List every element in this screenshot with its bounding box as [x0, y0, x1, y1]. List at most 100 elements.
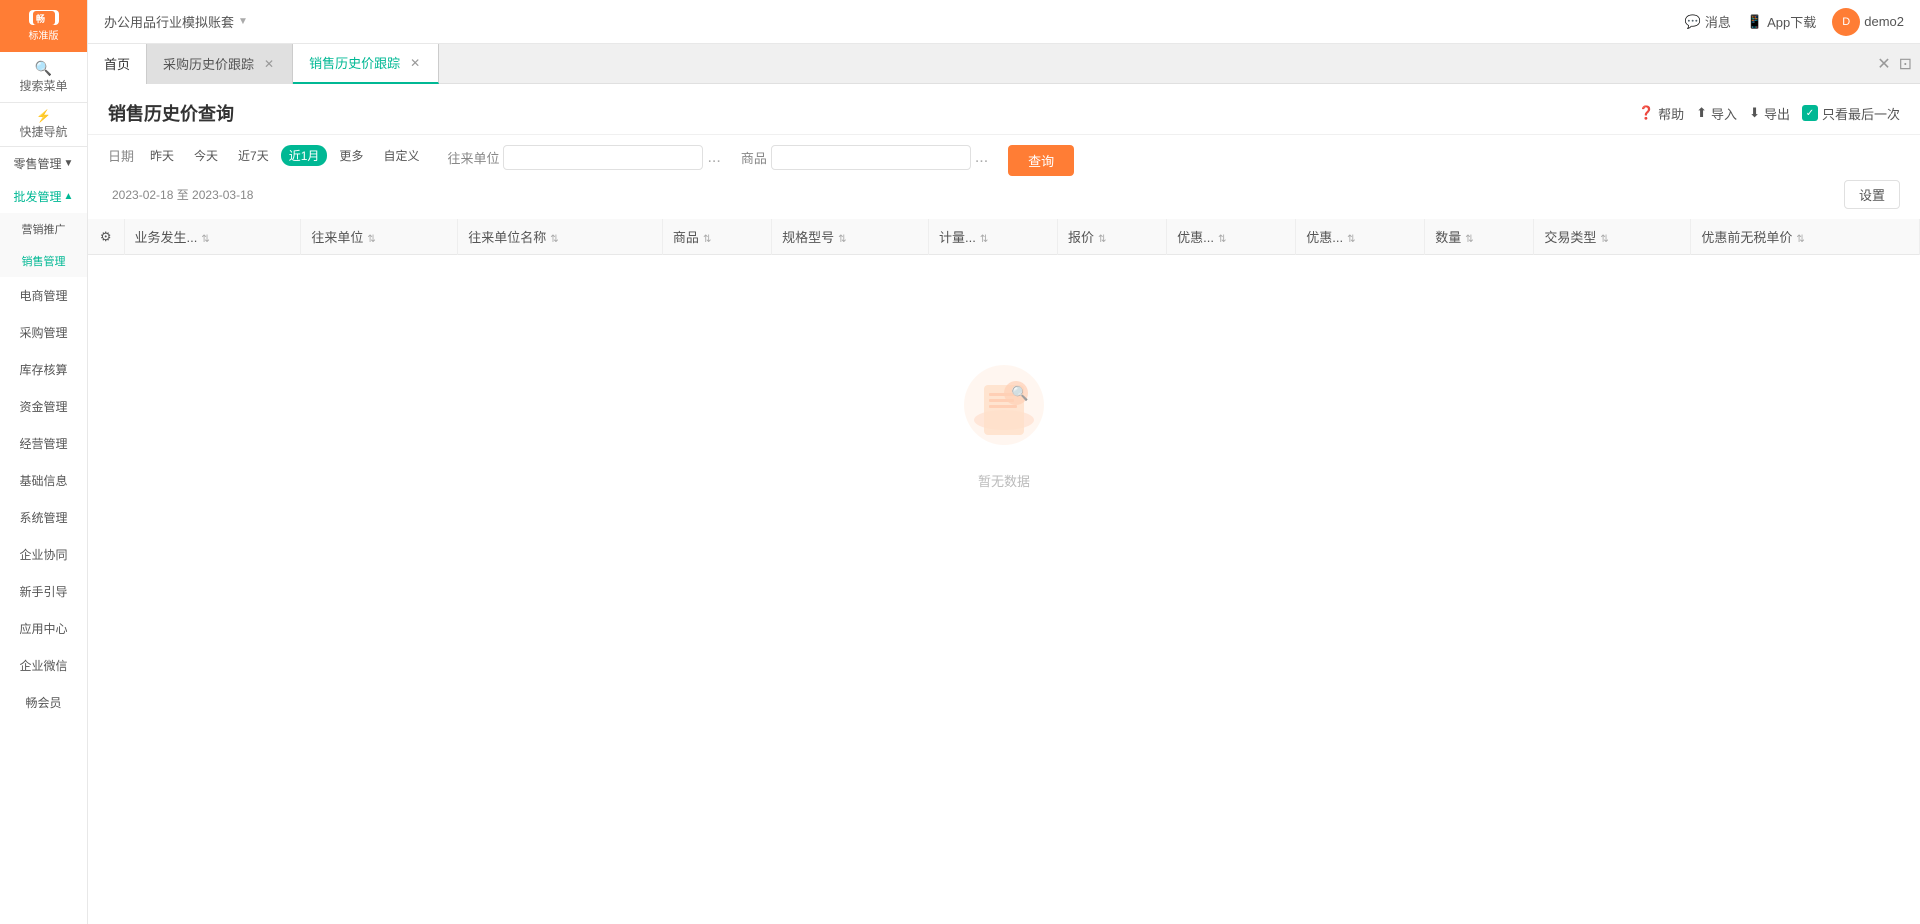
help-button[interactable]: ❓ 帮助 — [1638, 104, 1684, 123]
settings-button[interactable]: 设置 — [1844, 180, 1900, 209]
date-chip-last1m[interactable]: 近1月 — [281, 145, 328, 166]
date-chips: 昨天 今天 近7天 近1月 更多 自定义 — [142, 145, 427, 166]
sidebar-item-member[interactable]: 畅会员 — [0, 684, 87, 721]
operations-label: 经营管理 — [19, 435, 67, 452]
date-chip-yesterday[interactable]: 昨天 — [142, 145, 182, 166]
dropdown-chevron-icon: ▼ — [238, 16, 248, 27]
member-label: 畅会员 — [25, 694, 61, 711]
sidebar-nav-item[interactable]: ⚡ 快捷导航 — [0, 103, 87, 147]
th-biz-date[interactable]: 业务发生...⇅ — [124, 219, 301, 255]
inventory-label: 库存核算 — [19, 361, 67, 378]
empty-state: 🔍 暂无数据 — [88, 255, 1920, 590]
th-partner-name[interactable]: 往来单位名称⇅ — [458, 219, 663, 255]
goods-filter-label: 商品 — [741, 148, 767, 167]
app-download-label: App下载 — [1767, 12, 1816, 31]
import-button[interactable]: ⬆ 导入 — [1696, 104, 1737, 123]
sidebar-item-basic[interactable]: 基础信息 — [0, 462, 87, 499]
date-chip-today[interactable]: 今天 — [186, 145, 226, 166]
partner-filter-group: 往来单位 ... — [447, 145, 720, 170]
tab-maximize-icon[interactable]: ⊡ — [1899, 54, 1912, 74]
sidebar-item-guide[interactable]: 新手引导 — [0, 573, 87, 610]
date-filter-label: 日期 — [108, 146, 134, 165]
tab-home[interactable]: 首页 — [88, 44, 147, 84]
export-label: 导出 — [1764, 104, 1790, 123]
message-label: 消息 — [1705, 12, 1731, 31]
sidebar-item-marketing[interactable]: 营销推广 — [0, 213, 87, 245]
message-button[interactable]: 💬 消息 — [1685, 12, 1731, 31]
header-title-dropdown[interactable]: 办公用品行业模拟账套 ▼ — [104, 12, 248, 31]
only-last-label: 只看最后一次 — [1822, 104, 1900, 123]
nav-label: 快捷导航 — [0, 123, 87, 140]
wholesale-label: 批发管理 — [14, 188, 62, 205]
nav-icon: ⚡ — [0, 109, 87, 123]
tab-purchase-close-icon[interactable]: ✕ — [262, 57, 276, 71]
goods-input[interactable] — [771, 145, 971, 170]
logo-text: 标准版 — [29, 27, 59, 42]
th-discount1[interactable]: 优惠...⇅ — [1167, 219, 1296, 255]
logo-icon: 畅 — [29, 10, 59, 25]
th-partner-code[interactable]: 往来单位⇅ — [301, 219, 458, 255]
sidebar-item-apps[interactable]: 应用中心 — [0, 610, 87, 647]
cooperation-label: 企业协同 — [19, 546, 67, 563]
sidebar-item-system[interactable]: 系统管理 — [0, 499, 87, 536]
date-chip-last7[interactable]: 近7天 — [230, 145, 277, 166]
sidebar-search[interactable]: 🔍 搜索菜单 — [0, 52, 87, 103]
table-header-row: ⚙ 业务发生...⇅ 往来单位⇅ 往来单位名称⇅ 商品⇅ 规格型号⇅ 计量...… — [88, 219, 1920, 255]
header-account-title: 办公用品行业模拟账套 — [104, 12, 234, 31]
tab-close-all-icon[interactable]: ✕ — [1877, 54, 1890, 74]
empty-state-icon: 🔍 — [954, 355, 1054, 455]
date-range-display: 2023-02-18 至 2023-03-18 — [112, 188, 253, 202]
page-title: 销售历史价查询 — [108, 100, 234, 126]
sidebar-item-purchase[interactable]: 采购管理 — [0, 314, 87, 351]
tab-purchase-label: 采购历史价跟踪 — [163, 54, 254, 73]
partner-ellipsis-button[interactable]: ... — [707, 149, 720, 167]
header-right: 💬 消息 📱 App下载 D demo2 — [1685, 8, 1904, 36]
sidebar-item-ecommerce[interactable]: 电商管理 — [0, 277, 87, 314]
purchase-label: 采购管理 — [19, 324, 67, 341]
help-icon: ❓ — [1638, 105, 1654, 121]
tab-sales-label: 销售历史价跟踪 — [309, 53, 400, 72]
only-last-checkbox[interactable]: ✓ — [1802, 105, 1818, 121]
page-header: 销售历史价查询 ❓ 帮助 ⬆ 导入 ⬇ 导出 ✓ 只看最后一次 — [88, 84, 1920, 135]
tab-sales-history[interactable]: 销售历史价跟踪 ✕ — [293, 44, 439, 84]
th-trade-type[interactable]: 交易类型⇅ — [1534, 219, 1691, 255]
header-left: 办公用品行业模拟账套 ▼ — [104, 12, 248, 31]
th-quote[interactable]: 报价⇅ — [1058, 219, 1167, 255]
partner-input[interactable] — [503, 145, 703, 170]
date-chip-custom[interactable]: 自定义 — [375, 145, 427, 166]
tabs-actions: ✕ ⊡ — [1877, 54, 1920, 74]
apps-label: 应用中心 — [19, 620, 67, 637]
content-area: 销售历史价查询 ❓ 帮助 ⬆ 导入 ⬇ 导出 ✓ 只看最后一次 — [88, 84, 1920, 924]
system-label: 系统管理 — [19, 509, 67, 526]
sidebar-item-inventory[interactable]: 库存核算 — [0, 351, 87, 388]
query-button[interactable]: 查询 — [1008, 145, 1074, 176]
sidebar-item-wholesale[interactable]: 批发管理 ▲ — [0, 180, 87, 213]
tab-sales-close-icon[interactable]: ✕ — [408, 56, 422, 70]
date-chip-more[interactable]: 更多 — [331, 145, 371, 166]
th-spec[interactable]: 规格型号⇅ — [772, 219, 929, 255]
export-button[interactable]: ⬇ 导出 — [1749, 104, 1790, 123]
sidebar-item-operations[interactable]: 经营管理 — [0, 425, 87, 462]
th-discount2[interactable]: 优惠...⇅ — [1296, 219, 1425, 255]
goods-ellipsis-button[interactable]: ... — [975, 149, 988, 167]
th-quantity[interactable]: 数量⇅ — [1425, 219, 1534, 255]
sidebar-item-sales-mgmt[interactable]: 销售管理 — [0, 245, 87, 277]
chevron-up-icon: ▲ — [64, 191, 74, 202]
app-download-button[interactable]: 📱 App下载 — [1747, 12, 1816, 31]
username-label: demo2 — [1864, 14, 1904, 29]
sidebar-item-cooperation[interactable]: 企业协同 — [0, 536, 87, 573]
th-settings[interactable]: ⚙ — [88, 219, 124, 255]
th-pretax-price[interactable]: 优惠前无税单价⇅ — [1691, 219, 1920, 255]
only-last-checkbox-group[interactable]: ✓ 只看最后一次 — [1802, 104, 1900, 123]
th-goods[interactable]: 商品⇅ — [662, 219, 771, 255]
sidebar-item-retail[interactable]: 零售管理 ▼ — [0, 147, 87, 180]
chevron-down-icon: ▼ — [64, 158, 74, 169]
sidebar-item-wechat[interactable]: 企业微信 — [0, 647, 87, 684]
user-menu[interactable]: D demo2 — [1832, 8, 1904, 36]
th-unit[interactable]: 计量...⇅ — [928, 219, 1057, 255]
finance-label: 资金管理 — [19, 398, 67, 415]
app-download-icon: 📱 — [1747, 14, 1763, 30]
sidebar-item-finance[interactable]: 资金管理 — [0, 388, 87, 425]
tab-purchase-history[interactable]: 采购历史价跟踪 ✕ — [147, 44, 293, 84]
basic-label: 基础信息 — [19, 472, 67, 489]
